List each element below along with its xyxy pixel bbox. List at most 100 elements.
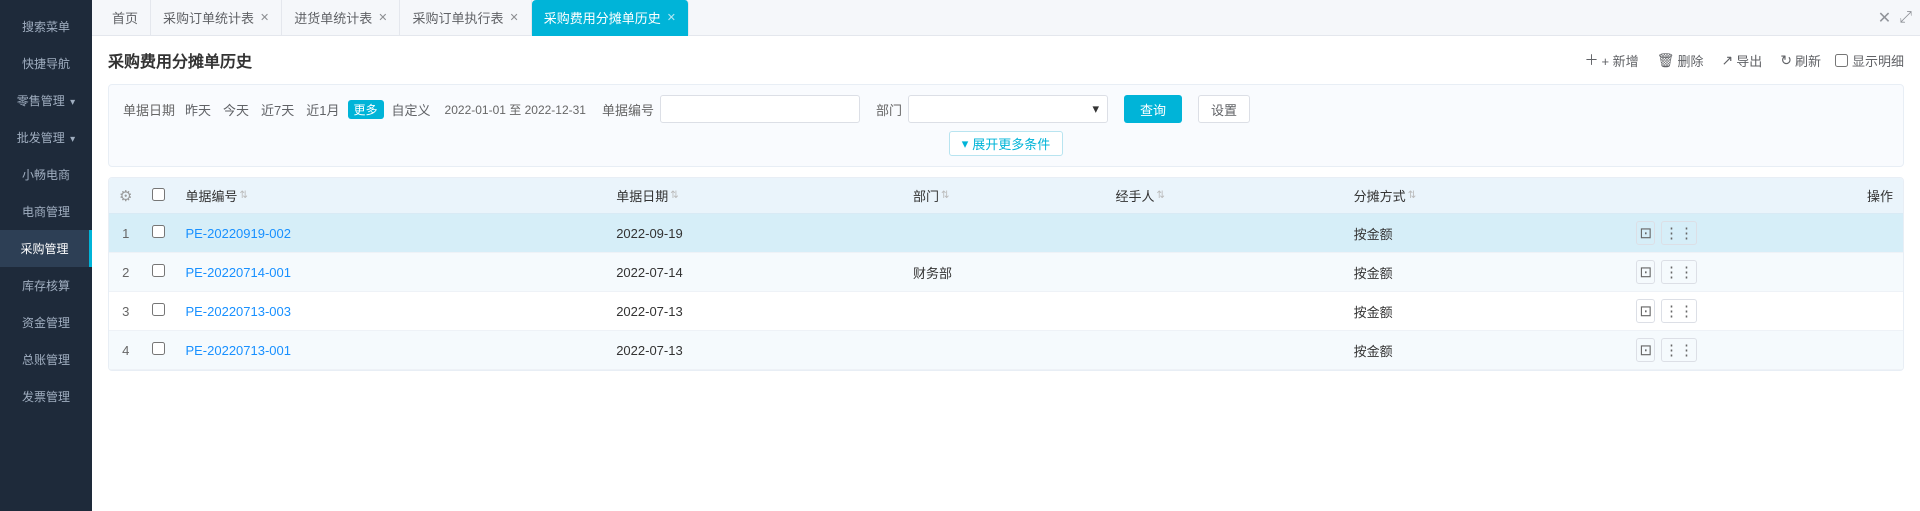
th-date[interactable]: 单据日期 ⇅ (606, 178, 903, 214)
th-settings[interactable]: ⚙ (109, 178, 142, 214)
close-icon[interactable]: ✕ (510, 11, 519, 24)
toolbar: ＋ + 新增 🗑 删除 ↗ 导出 ↻ 刷新 显示明细 (1580, 48, 1904, 72)
dept-select[interactable]: ▾ (908, 95, 1108, 123)
method-cell: 按金额 (1344, 253, 1627, 292)
sidebar-item-ecommerce[interactable]: 电商管理 (0, 193, 92, 230)
date-cell: 2022-07-13 (606, 331, 903, 370)
view-icon[interactable]: ⊡ (1636, 260, 1655, 284)
close-icon[interactable]: ✕ (260, 11, 269, 24)
table-row: 3 PE-20220713-003 2022-07-13 按金额 ⊡ ⋮⋮ (109, 292, 1903, 331)
th-ops: 操作 (1626, 178, 1903, 214)
doc-num-cell: PE-20220919-002 (175, 214, 606, 253)
sidebar-item-wholesale[interactable]: 批发管理 ▾ (0, 119, 92, 156)
row-checkbox-cell[interactable] (142, 331, 175, 370)
tab-purchase-goods-stats[interactable]: 进货单统计表 ✕ (282, 0, 400, 36)
th-checkbox[interactable] (142, 178, 175, 214)
sort-icon: ⇅ (941, 190, 949, 201)
doc-num-label: 单据编号 (602, 100, 654, 119)
sort-icon: ⇅ (1157, 190, 1165, 201)
th-handler[interactable]: 经手人 ⇅ (1106, 178, 1344, 214)
row-checkbox-cell[interactable] (142, 253, 175, 292)
method-cell: 按金额 (1344, 331, 1627, 370)
more-ops-icon[interactable]: ⋮⋮ (1661, 338, 1697, 362)
sort-icon: ⇅ (1408, 190, 1416, 201)
dept-cell (903, 331, 1106, 370)
close-all-icon[interactable]: ✕ (1878, 8, 1891, 28)
ops-cell: ⊡ ⋮⋮ (1626, 331, 1903, 370)
tab-purchase-cost-history[interactable]: 采购费用分摊单历史 ✕ (532, 0, 689, 36)
tab-home[interactable]: 首页 (100, 0, 151, 36)
row-num: 2 (109, 253, 142, 292)
shortcut-1month[interactable]: 近1月 (302, 99, 343, 120)
sidebar-item-ledger[interactable]: 总账管理 (0, 341, 92, 378)
add-button[interactable]: ＋ + 新增 (1580, 48, 1642, 72)
sidebar-item-search[interactable]: 搜索菜单 (0, 8, 92, 45)
row-checkbox[interactable] (152, 225, 165, 238)
doc-num-filter-group: 单据编号 (602, 95, 860, 123)
table-header-row: ⚙ 单据编号 ⇅ 单据日期 (109, 178, 1903, 214)
row-checkbox[interactable] (152, 303, 165, 316)
view-icon[interactable]: ⊡ (1636, 338, 1655, 362)
table-row: 1 PE-20220919-002 2022-09-19 按金额 ⊡ ⋮⋮ (109, 214, 1903, 253)
date-cell: 2022-09-19 (606, 214, 903, 253)
method-cell: 按金额 (1344, 292, 1627, 331)
shortcut-yesterday[interactable]: 昨天 (181, 99, 215, 120)
sidebar-item-purchase[interactable]: 采购管理 (0, 230, 92, 267)
view-icon[interactable]: ⊡ (1636, 221, 1655, 245)
doc-num-link[interactable]: PE-20220713-003 (185, 304, 291, 319)
more-ops-icon[interactable]: ⋮⋮ (1661, 260, 1697, 284)
sidebar-item-finance[interactable]: 资金管理 (0, 304, 92, 341)
th-doc-num[interactable]: 单据编号 ⇅ (175, 178, 606, 214)
sidebar-item-quicknav[interactable]: 快捷导航 (0, 45, 92, 82)
data-table: ⚙ 单据编号 ⇅ 单据日期 (109, 178, 1903, 370)
row-num: 1 (109, 214, 142, 253)
shortcut-more[interactable]: 更多 (348, 100, 384, 119)
view-icon[interactable]: ⊡ (1636, 299, 1655, 323)
doc-num-link[interactable]: PE-20220714-001 (185, 265, 291, 280)
sort-icon: ⇅ (670, 190, 678, 201)
sidebar-item-invoice[interactable]: 发票管理 (0, 378, 92, 415)
shortcut-custom[interactable]: 自定义 (388, 99, 435, 120)
date-cell: 2022-07-14 (606, 253, 903, 292)
doc-num-link[interactable]: PE-20220713-001 (185, 343, 291, 358)
close-icon[interactable]: ✕ (667, 11, 676, 24)
handler-cell (1106, 331, 1344, 370)
dept-cell (903, 292, 1106, 331)
show-cols-checkbox[interactable] (1835, 54, 1848, 67)
row-checkbox-cell[interactable] (142, 292, 175, 331)
date-shortcuts: 昨天 今天 近7天 近1月 更多 自定义 (181, 99, 435, 120)
sidebar-item-retail[interactable]: 零售管理 ▾ (0, 82, 92, 119)
doc-num-input[interactable] (660, 95, 860, 123)
delete-button[interactable]: 🗑 删除 (1653, 49, 1708, 72)
select-all-checkbox[interactable] (152, 188, 165, 201)
export-button[interactable]: ↗ 导出 (1717, 49, 1766, 72)
main-area: 首页 采购订单统计表 ✕ 进货单统计表 ✕ 采购订单执行表 ✕ 采购费用分摊单历… (92, 0, 1920, 511)
setting-button[interactable]: 设置 (1198, 95, 1250, 123)
row-checkbox[interactable] (152, 264, 165, 277)
search-button[interactable]: 查询 (1124, 95, 1182, 123)
export-icon: ↗ (1721, 52, 1733, 69)
sidebar-item-ecommerce-small[interactable]: 小畅电商 (0, 156, 92, 193)
tab-purchase-exec[interactable]: 采购订单执行表 ✕ (400, 0, 531, 36)
th-method[interactable]: 分摊方式 ⇅ (1344, 178, 1627, 214)
tab-purchase-order-stats[interactable]: 采购订单统计表 ✕ (151, 0, 282, 36)
refresh-button[interactable]: ↻ 刷新 (1776, 49, 1825, 72)
settings-gear-icon[interactable]: ⚙ (119, 188, 132, 205)
maximize-icon[interactable]: ⤢ (1899, 9, 1912, 27)
row-checkbox[interactable] (152, 342, 165, 355)
show-cols-toggle[interactable]: 显示明细 (1835, 51, 1904, 70)
more-ops-icon[interactable]: ⋮⋮ (1661, 221, 1697, 245)
doc-num-link[interactable]: PE-20220919-002 (185, 226, 291, 241)
sidebar-item-inventory[interactable]: 库存核算 (0, 267, 92, 304)
row-checkbox-cell[interactable] (142, 214, 175, 253)
close-icon[interactable]: ✕ (378, 11, 387, 24)
dept-filter-group: 部门 ▾ (876, 95, 1108, 123)
shortcut-today[interactable]: 今天 (219, 99, 253, 120)
expand-more-button[interactable]: ▾ 展开更多条件 (949, 131, 1064, 156)
th-dept[interactable]: 部门 ⇅ (903, 178, 1106, 214)
data-table-wrap: ⚙ 单据编号 ⇅ 单据日期 (108, 177, 1904, 371)
refresh-icon: ↻ (1780, 52, 1792, 69)
more-ops-icon[interactable]: ⋮⋮ (1661, 299, 1697, 323)
shortcut-7days[interactable]: 近7天 (257, 99, 298, 120)
ops-cell: ⊡ ⋮⋮ (1626, 214, 1903, 253)
